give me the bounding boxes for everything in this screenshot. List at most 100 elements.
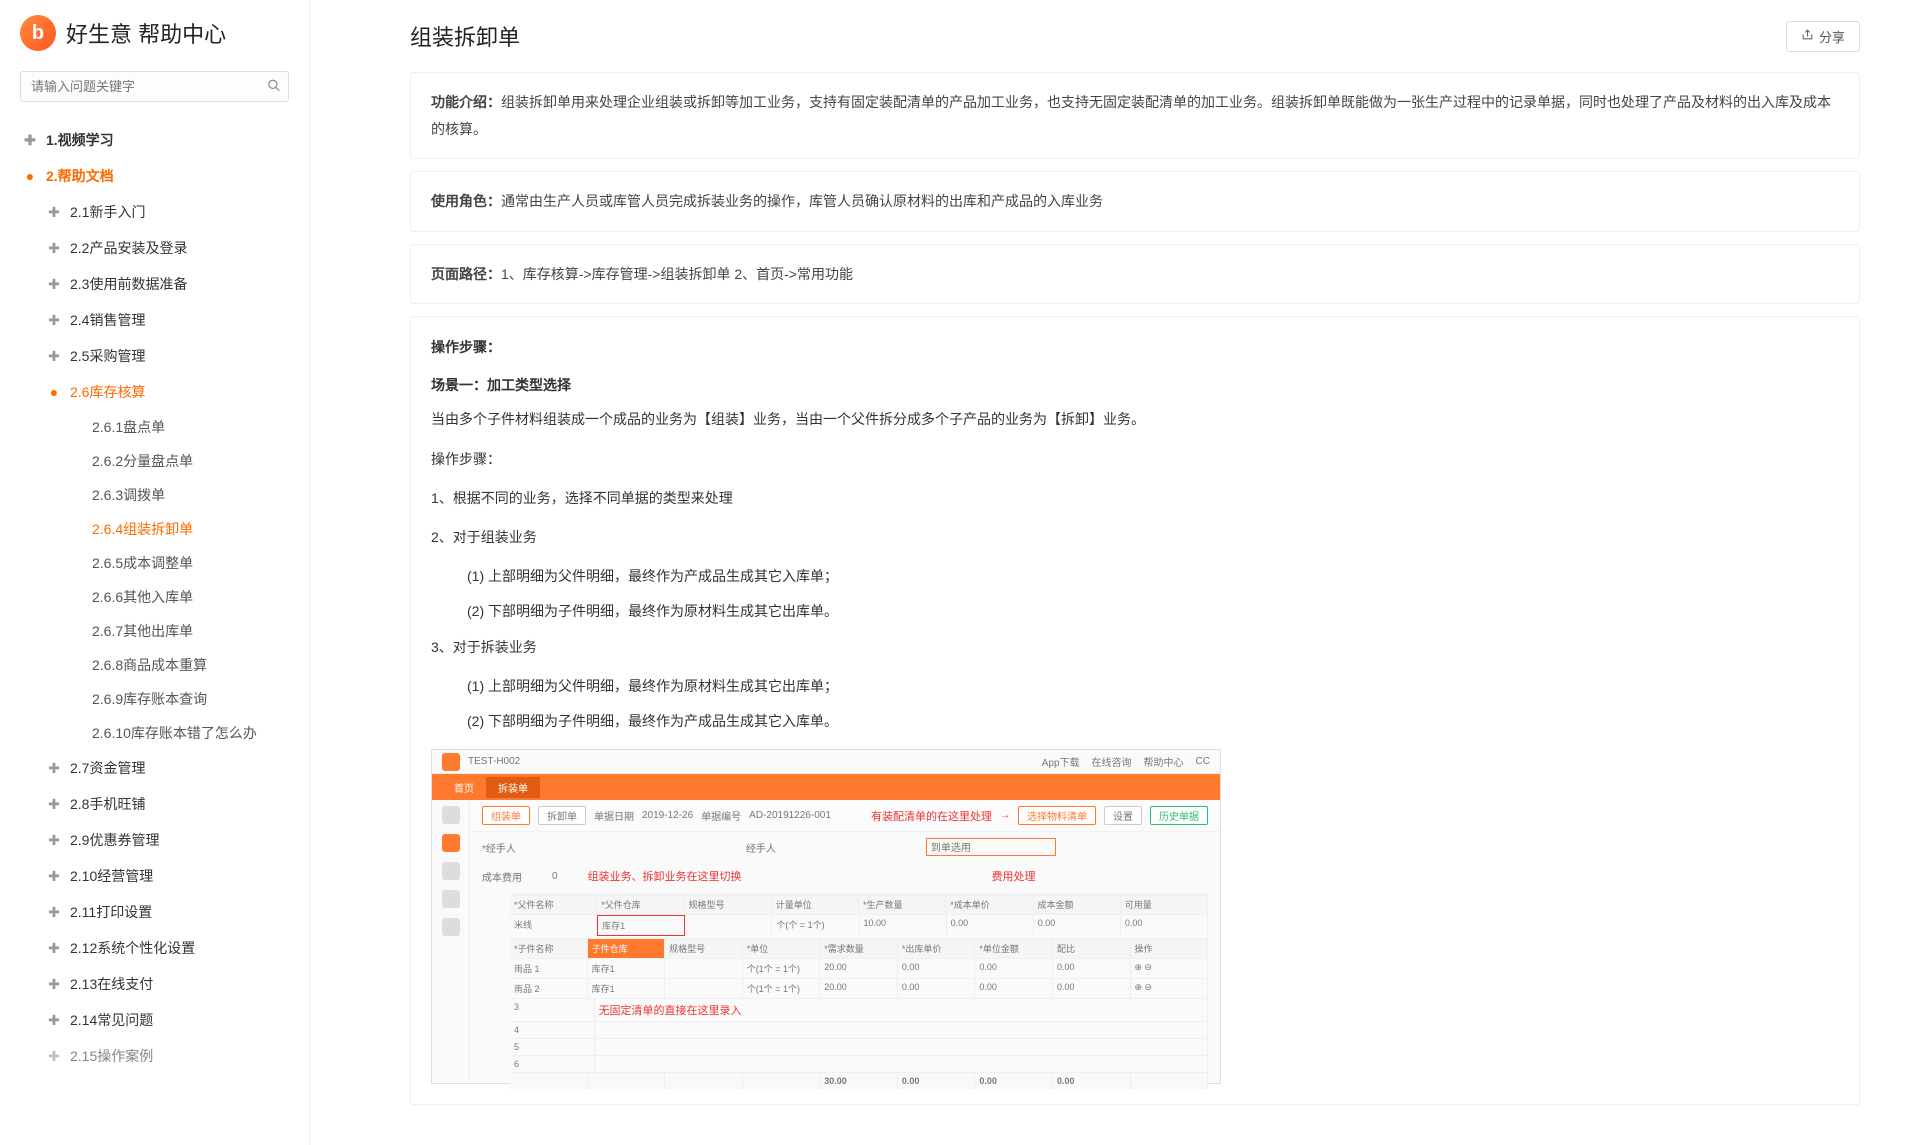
ss-btn-setting: 设置	[1104, 806, 1142, 825]
ss-child-table: *子件名称 子件仓库 规格型号 *单位 *需求数量 *出库单价 *单位金额 配比…	[510, 938, 1208, 1089]
ss-tab-home: 首页	[442, 777, 486, 798]
intro-text: 组装拆卸单用来处理企业组装或拆卸等加工业务，支持有固定装配清单的产品加工业务，也…	[431, 94, 1831, 137]
ss-date-label: 单据日期	[594, 808, 634, 823]
search-icon[interactable]	[267, 78, 281, 95]
ss-notes-row: 成本费用 0 组装业务、拆卸业务在这里切换 费用处理	[470, 862, 1220, 890]
ss-tabs: 首页 拆装单	[432, 774, 1220, 800]
steps-label: 操作步骤：	[431, 447, 1839, 472]
content: 组装拆卸单 分享 功能介绍：组装拆卸单用来处理企业组装或拆卸等加工业务，支持有固…	[310, 0, 1920, 1145]
nav-list: ✚1.视频学习 ●2.帮助文档 ✚2.1新手入门 ✚2.2产品安装及登录 ✚2.…	[20, 122, 289, 1074]
ss-cost-value: 0	[552, 871, 558, 882]
ss-pill-bom: 选择物料清单	[1018, 806, 1096, 825]
nav-2-10[interactable]: ✚2.10经营管理	[44, 858, 289, 894]
nav-2-6-6[interactable]: 2.6.6其他入库单	[92, 580, 289, 614]
plus-icon: ✚	[22, 132, 38, 148]
path-card: 页面路径：1、库存核算->库存管理->组装拆卸单 2、首页->常用功能	[410, 244, 1860, 305]
nav-video[interactable]: ✚1.视频学习	[20, 122, 289, 158]
site-title: 好生意 帮助中心	[66, 17, 226, 49]
ss-tab-doc: 拆装单	[486, 777, 540, 798]
ss-parent-table: *父件名称 *父件仓库 规格型号 计量单位 *生产数量 *成本单价 成本金额 可…	[510, 894, 1208, 936]
nav-2-11[interactable]: ✚2.11打印设置	[44, 894, 289, 930]
nav-2-5[interactable]: ✚2.5采购管理	[44, 338, 289, 374]
nav-2-8[interactable]: ✚2.8手机旺铺	[44, 786, 289, 822]
plus-icon: ✚	[46, 760, 62, 776]
plus-icon: ✚	[46, 832, 62, 848]
ss-pill-assemble: 组装单	[482, 806, 530, 825]
plus-icon: ✚	[46, 312, 62, 328]
sidebar: b 好生意 帮助中心 ✚1.视频学习 ●2.帮助文档 ✚2.1新手入门 ✚2.2…	[0, 0, 310, 1145]
logo-row: b 好生意 帮助中心	[20, 15, 289, 51]
plus-icon: ✚	[46, 1048, 62, 1064]
ss-date-value: 2019-12-26	[642, 810, 693, 821]
nav-2-1[interactable]: ✚2.1新手入门	[44, 194, 289, 230]
ss-tenant: TEST-H002	[468, 756, 520, 767]
nav-2-6-9[interactable]: 2.6.9库存账本查询	[92, 682, 289, 716]
step-2-2: (2) 下部明细为子件明细，最终作为原材料生成其它出库单。	[431, 599, 1839, 624]
page-title: 组装拆卸单	[410, 20, 520, 52]
ss-user: CC	[1196, 756, 1210, 767]
steps-title: 操作步骤：	[431, 337, 1839, 357]
ss-help-link: 帮助中心	[1144, 754, 1184, 769]
nav-docs[interactable]: ●2.帮助文档	[20, 158, 289, 194]
nav-2-6-2[interactable]: 2.6.2分量盘点单	[92, 444, 289, 478]
nav-2-6-5[interactable]: 2.6.5成本调整单	[92, 546, 289, 580]
intro-card: 功能介绍：组装拆卸单用来处理企业组装或拆卸等加工业务，支持有固定装配清单的产品加…	[410, 72, 1860, 159]
plus-icon: ✚	[46, 904, 62, 920]
share-button[interactable]: 分享	[1786, 21, 1860, 52]
ss-docno-label: 单据编号	[701, 808, 741, 823]
step-1: 1、根据不同的业务，选择不同单据的类型来处理	[431, 486, 1839, 511]
nav-2-2[interactable]: ✚2.2产品安装及登录	[44, 230, 289, 266]
ss-icon	[442, 834, 460, 852]
share-icon	[1801, 28, 1814, 44]
ss-online-link: 在线咨询	[1092, 754, 1132, 769]
ss-icon	[442, 806, 460, 824]
steps-section: 操作步骤： 场景一：加工类型选择 当由多个子件材料组装成一个成品的业务为【组装】…	[410, 316, 1860, 1105]
nav-2-4[interactable]: ✚2.4销售管理	[44, 302, 289, 338]
nav-2-14[interactable]: ✚2.14常见问题	[44, 1002, 289, 1038]
ss-red-note-2: 组装业务、拆卸业务在这里切换	[588, 868, 742, 884]
nav-2-13[interactable]: ✚2.13在线支付	[44, 966, 289, 1002]
step-3-1: (1) 上部明细为父件明细，最终作为原材料生成其它出库单；	[431, 674, 1839, 699]
embedded-screenshot: TEST-H002 App下载 在线咨询 帮助中心 CC 首页 拆装单	[431, 749, 1221, 1084]
scenario-desc: 当由多个子件材料组装成一个成品的业务为【组装】业务，当由一个父件拆分成多个子产品…	[431, 407, 1839, 432]
nav-2-6-3[interactable]: 2.6.3调拨单	[92, 478, 289, 512]
step-2: 2、对于组装业务	[431, 525, 1839, 550]
ss-btn-history: 历史单据	[1150, 806, 1208, 825]
nav-2-3[interactable]: ✚2.3使用前数据准备	[44, 266, 289, 302]
role-label: 使用角色：	[431, 193, 501, 209]
ss-pill-disassemble: 拆卸单	[538, 806, 586, 825]
ss-ref-box: 到单选用	[926, 838, 1056, 856]
nav-2-6-10[interactable]: 2.6.10库存账本错了怎么办	[92, 716, 289, 750]
step-2-1: (1) 上部明细为父件明细，最终作为产成品生成其它入库单；	[431, 564, 1839, 589]
nav-2-7[interactable]: ✚2.7资金管理	[44, 750, 289, 786]
path-label: 页面路径：	[431, 266, 501, 282]
role-card: 使用角色：通常由生产人员或库管人员完成拆装业务的操作，库管人员确认原材料的出库和…	[410, 171, 1860, 232]
ss-red-note-3: 费用处理	[992, 868, 1036, 884]
nav-2-9[interactable]: ✚2.9优惠券管理	[44, 822, 289, 858]
step-3-2: (2) 下部明细为子件明细，最终作为产成品生成其它入库单。	[431, 709, 1839, 734]
ss-icon	[442, 862, 460, 880]
ss-fields-row: *经手人 经手人 到单选用	[470, 832, 1220, 862]
plus-icon: ✚	[46, 976, 62, 992]
ss-red-note-1: 有装配清单的在这里处理	[871, 808, 992, 824]
plus-icon: ✚	[46, 276, 62, 292]
nav-2-6[interactable]: ●2.6库存核算	[44, 374, 289, 410]
ss-operator2-label: 经手人	[746, 840, 776, 855]
plus-icon: ✚	[46, 796, 62, 812]
logo-icon: b	[20, 15, 56, 51]
ss-app-link: App下载	[1042, 754, 1080, 769]
plus-icon: ✚	[46, 940, 62, 956]
nav-2-6-4[interactable]: 2.6.4组装拆卸单	[92, 512, 289, 546]
path-text: 1、库存核算->库存管理->组装拆卸单 2、首页->常用功能	[501, 266, 853, 282]
ss-toolbar: 组装单 拆卸单 单据日期 2019-12-26 单据编号 AD-20191226…	[470, 800, 1220, 832]
plus-icon: ✚	[46, 240, 62, 256]
nav-2-6-7[interactable]: 2.6.7其他出库单	[92, 614, 289, 648]
nav-2-12[interactable]: ✚2.12系统个性化设置	[44, 930, 289, 966]
nav-2-6-1[interactable]: 2.6.1盘点单	[92, 410, 289, 444]
ss-icon	[442, 918, 460, 936]
search-input[interactable]	[20, 71, 289, 102]
nav-2-15[interactable]: ✚2.15操作案例	[44, 1038, 289, 1074]
ss-icon	[442, 890, 460, 908]
plus-icon: ✚	[46, 348, 62, 364]
nav-2-6-8[interactable]: 2.6.8商品成本重算	[92, 648, 289, 682]
